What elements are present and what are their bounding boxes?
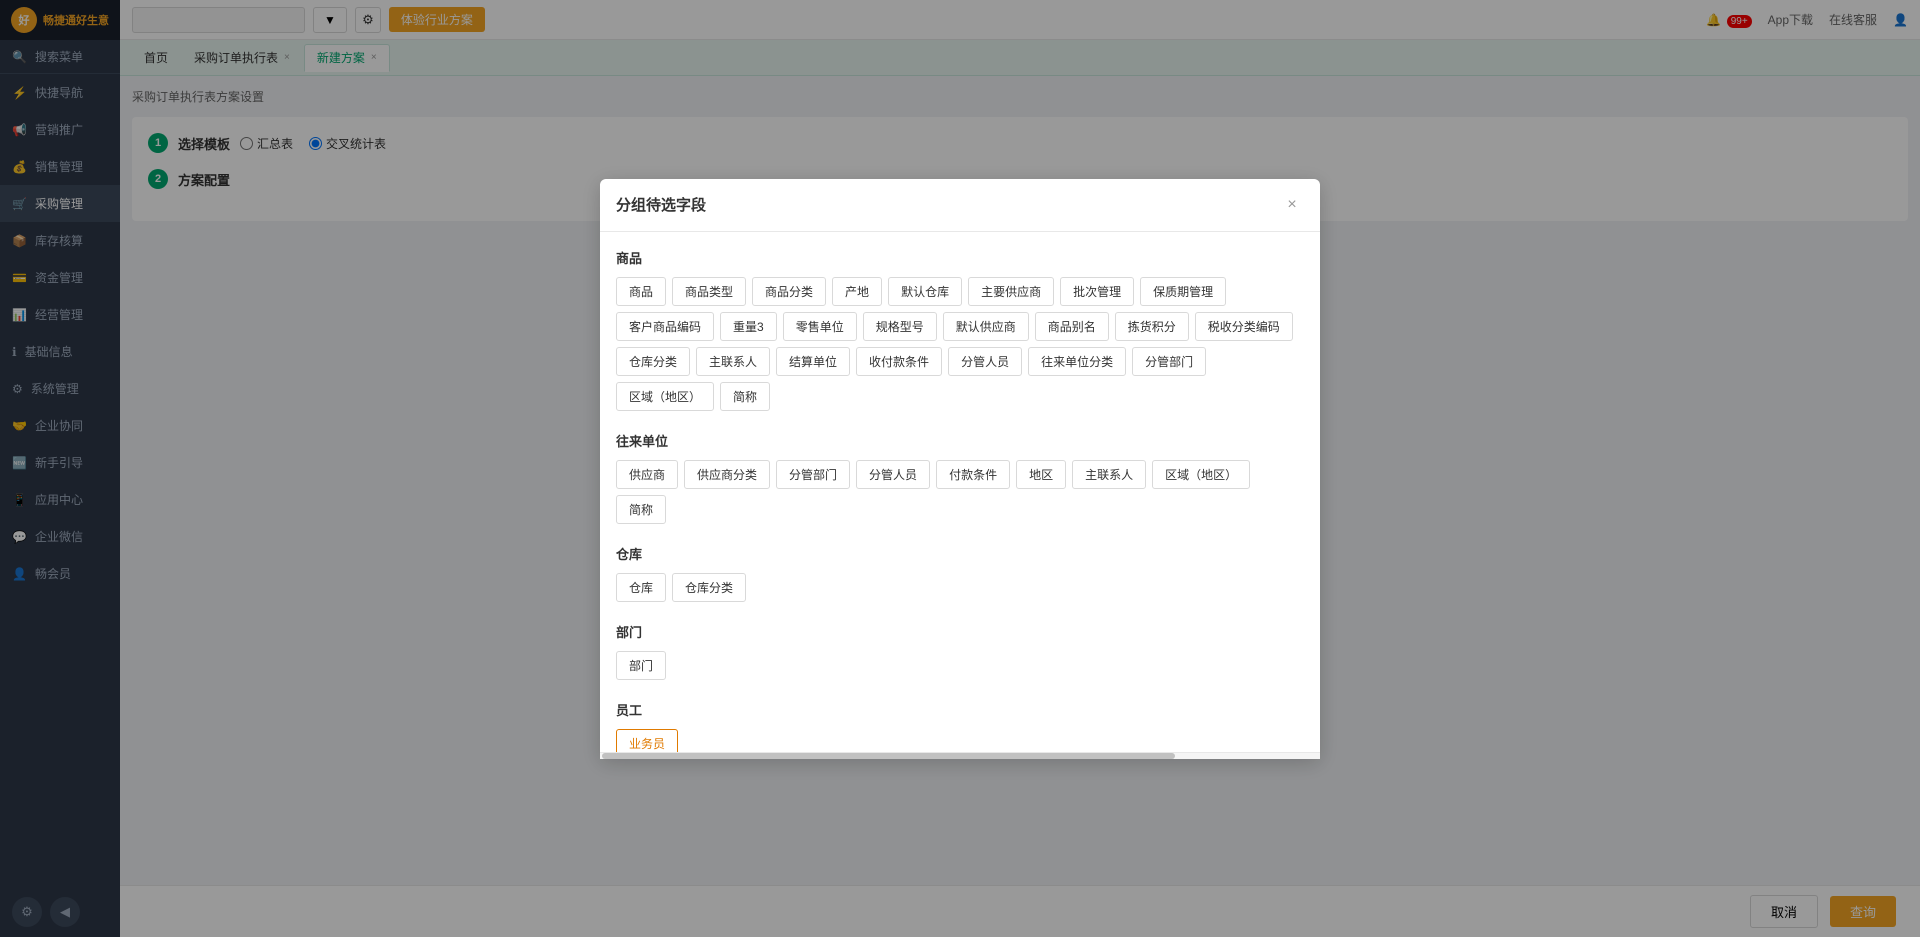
- section-department: 部门 部门: [616, 622, 1304, 680]
- field-tag[interactable]: 付款条件: [936, 460, 1010, 489]
- modal-title: 分组待选字段: [616, 194, 706, 215]
- field-tag[interactable]: 结算单位: [776, 347, 850, 376]
- field-tag[interactable]: 仓库分类: [672, 573, 746, 602]
- field-tag[interactable]: 区域（地区）: [616, 382, 714, 411]
- field-tag[interactable]: 主联系人: [1072, 460, 1146, 489]
- section-department-tags: 部门: [616, 651, 1304, 680]
- field-tag[interactable]: 主要供应商: [968, 277, 1054, 306]
- modal-overlay: 分组待选字段 × 商品 商品 商品类型 商品分类 产地 默认仓库 主要供应商 批…: [0, 0, 1920, 937]
- field-tag[interactable]: 分管人员: [856, 460, 930, 489]
- field-tag[interactable]: 往来单位分类: [1028, 347, 1126, 376]
- field-tag[interactable]: 零售单位: [783, 312, 857, 341]
- section-goods: 商品 商品 商品类型 商品分类 产地 默认仓库 主要供应商 批次管理 保质期管理…: [616, 248, 1304, 411]
- field-tag[interactable]: 保质期管理: [1140, 277, 1226, 306]
- field-tag[interactable]: 供应商: [616, 460, 678, 489]
- field-tag[interactable]: 部门: [616, 651, 666, 680]
- field-tag[interactable]: 区域（地区）: [1152, 460, 1250, 489]
- section-warehouse: 仓库 仓库 仓库分类: [616, 544, 1304, 602]
- field-tag[interactable]: 规格型号: [863, 312, 937, 341]
- section-employee: 员工 业务员: [616, 700, 1304, 752]
- field-tag[interactable]: 重量3: [720, 312, 777, 341]
- field-tag[interactable]: 默认供应商: [943, 312, 1029, 341]
- field-tag[interactable]: 税收分类编码: [1195, 312, 1293, 341]
- field-tag[interactable]: 收付款条件: [856, 347, 942, 376]
- modal-close-button[interactable]: ×: [1280, 193, 1304, 217]
- field-tag[interactable]: 分管部门: [776, 460, 850, 489]
- section-warehouse-title: 仓库: [616, 544, 1304, 563]
- section-employee-tags: 业务员: [616, 729, 1304, 752]
- field-tag[interactable]: 仓库分类: [616, 347, 690, 376]
- field-tag[interactable]: 默认仓库: [888, 277, 962, 306]
- horizontal-scrollbar-thumb: [602, 753, 1175, 759]
- field-tag[interactable]: 产地: [832, 277, 882, 306]
- field-tag[interactable]: 简称: [720, 382, 770, 411]
- section-counterpart-tags: 供应商 供应商分类 分管部门 分管人员 付款条件 地区 主联系人 区域（地区） …: [616, 460, 1304, 524]
- field-tag[interactable]: 主联系人: [696, 347, 770, 376]
- field-tag[interactable]: 商品: [616, 277, 666, 306]
- section-counterpart: 往来单位 供应商 供应商分类 分管部门 分管人员 付款条件 地区 主联系人 区域…: [616, 431, 1304, 524]
- modal-horizontal-scrollbar[interactable]: [600, 752, 1320, 759]
- field-tag[interactable]: 简称: [616, 495, 666, 524]
- field-tag[interactable]: 地区: [1016, 460, 1066, 489]
- modal-header: 分组待选字段 ×: [600, 179, 1320, 232]
- section-goods-title: 商品: [616, 248, 1304, 267]
- section-warehouse-tags: 仓库 仓库分类: [616, 573, 1304, 602]
- field-tag[interactable]: 供应商分类: [684, 460, 770, 489]
- section-department-title: 部门: [616, 622, 1304, 641]
- field-tag[interactable]: 业务员: [616, 729, 678, 752]
- section-employee-title: 员工: [616, 700, 1304, 719]
- modal-body[interactable]: 商品 商品 商品类型 商品分类 产地 默认仓库 主要供应商 批次管理 保质期管理…: [600, 232, 1320, 752]
- field-tag[interactable]: 商品类型: [672, 277, 746, 306]
- field-tag[interactable]: 商品分类: [752, 277, 826, 306]
- field-tag[interactable]: 客户商品编码: [616, 312, 714, 341]
- field-tag[interactable]: 仓库: [616, 573, 666, 602]
- field-selector-modal: 分组待选字段 × 商品 商品 商品类型 商品分类 产地 默认仓库 主要供应商 批…: [600, 179, 1320, 759]
- field-tag[interactable]: 拣货积分: [1115, 312, 1189, 341]
- section-goods-tags: 商品 商品类型 商品分类 产地 默认仓库 主要供应商 批次管理 保质期管理 客户…: [616, 277, 1304, 411]
- field-tag[interactable]: 商品别名: [1035, 312, 1109, 341]
- field-tag[interactable]: 分管人员: [948, 347, 1022, 376]
- section-counterpart-title: 往来单位: [616, 431, 1304, 450]
- field-tag[interactable]: 分管部门: [1132, 347, 1206, 376]
- field-tag[interactable]: 批次管理: [1060, 277, 1134, 306]
